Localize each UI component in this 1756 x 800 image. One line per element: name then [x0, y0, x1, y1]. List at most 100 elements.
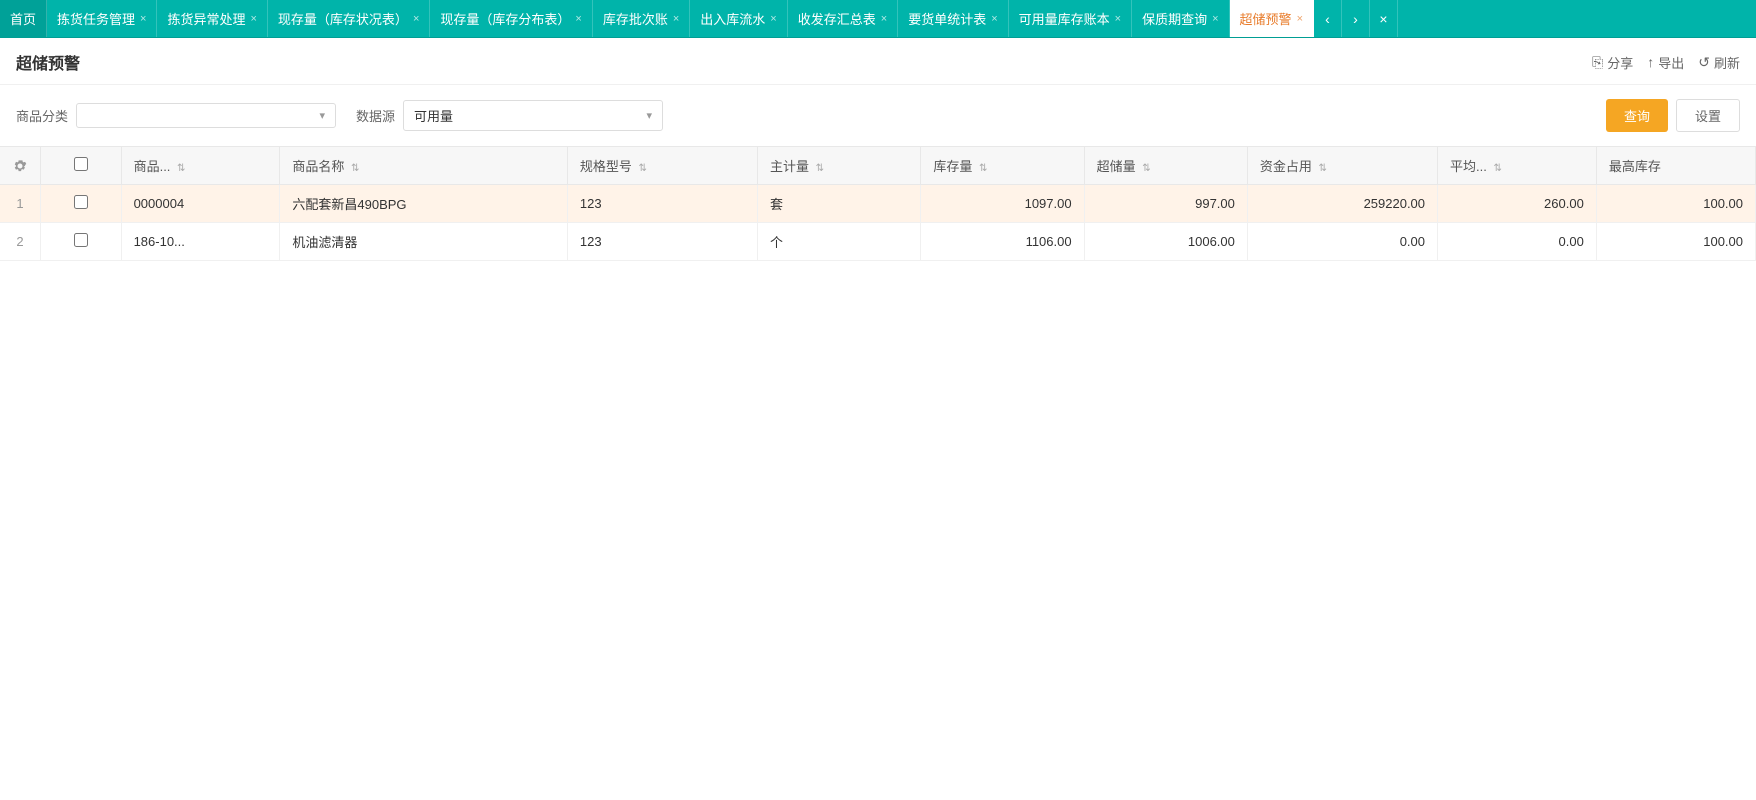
nav-prev-arrow[interactable]: ‹	[1314, 0, 1342, 37]
row-checkbox[interactable]	[74, 195, 88, 209]
close-quality-check[interactable]: ×	[1212, 13, 1218, 25]
row-checkbox-cell[interactable]	[41, 223, 122, 261]
col-product-code[interactable]: 商品... ⇅	[121, 147, 280, 185]
row-product-name: 六配套新昌490BPG	[280, 185, 568, 223]
col-spec[interactable]: 规格型号 ⇅	[567, 147, 757, 185]
share-icon: ⎘	[1592, 54, 1603, 71]
settings-button[interactable]: 设置	[1676, 99, 1740, 132]
table-container: 商品... ⇅ 商品名称 ⇅ 规格型号 ⇅ 主计量 ⇅	[0, 146, 1756, 261]
close-task-mgmt[interactable]: ×	[140, 13, 146, 25]
col-avg[interactable]: 平均... ⇅	[1438, 147, 1597, 185]
export-button[interactable]: ↑ 导出	[1647, 53, 1684, 72]
close-inout-flow[interactable]: ×	[770, 13, 776, 25]
nav-avail-account[interactable]: 可用量库存账本 ×	[1009, 0, 1132, 37]
close-order-stats[interactable]: ×	[991, 13, 997, 25]
row-unit: 套	[758, 185, 921, 223]
category-filter: 商品分类 ▾	[16, 103, 336, 128]
datasource-select-value: 可用量	[414, 106, 453, 125]
refresh-button[interactable]: ↺ 刷新	[1698, 53, 1740, 72]
sort-product-code-icon: ⇅	[177, 163, 185, 174]
refresh-icon: ↺	[1698, 54, 1710, 71]
nav-stock-status[interactable]: 现存量（库存状况表） ×	[268, 0, 430, 37]
close-batch-account[interactable]: ×	[673, 13, 679, 25]
col-stock-qty[interactable]: 库存量 ⇅	[921, 147, 1084, 185]
row-overstock-qty: 997.00	[1084, 185, 1247, 223]
sort-product-name-icon: ⇅	[351, 163, 359, 174]
sort-avg-icon: ⇅	[1493, 163, 1501, 174]
col-capital-used[interactable]: 资金占用 ⇅	[1247, 147, 1437, 185]
close-abnormal[interactable]: ×	[250, 13, 256, 25]
row-max-stock: 100.00	[1596, 185, 1755, 223]
table-header-row: 商品... ⇅ 商品名称 ⇅ 规格型号 ⇅ 主计量 ⇅	[0, 147, 1756, 185]
nav-overstock-warn[interactable]: 超储预警 ×	[1230, 0, 1314, 37]
category-chevron-icon: ▾	[319, 109, 325, 122]
page-container: 超储预警 ⎘ 分享 ↑ 导出 ↺ 刷新 商品分类 ▾ 数据源	[0, 38, 1756, 800]
table-row: 2 186-10... 机油滤清器 123 个 1106.00 1006.00 …	[0, 223, 1756, 261]
category-label: 商品分类	[16, 106, 68, 125]
nav-recv-send[interactable]: 收发存汇总表 ×	[788, 0, 898, 37]
close-recv-send[interactable]: ×	[881, 13, 887, 25]
nav-inout-flow[interactable]: 出入库流水 ×	[690, 0, 787, 37]
row-overstock-qty: 1006.00	[1084, 223, 1247, 261]
export-icon: ↑	[1647, 54, 1654, 70]
table-row: 1 0000004 六配套新昌490BPG 123 套 1097.00 997.…	[0, 185, 1756, 223]
row-checkbox-cell[interactable]	[41, 185, 122, 223]
row-unit: 个	[758, 223, 921, 261]
col-gear[interactable]	[0, 147, 41, 185]
nav-batch-account[interactable]: 库存批次账 ×	[593, 0, 690, 37]
nav-more-arrow[interactable]: ×	[1370, 0, 1398, 37]
col-product-name[interactable]: 商品名称 ⇅	[280, 147, 568, 185]
close-stock-dist[interactable]: ×	[575, 13, 581, 25]
col-checkbox-header[interactable]	[41, 147, 122, 185]
close-avail-account[interactable]: ×	[1115, 13, 1121, 25]
datasource-chevron-icon: ▾	[647, 109, 653, 122]
gear-column-icon	[12, 158, 28, 174]
close-overstock-warn[interactable]: ×	[1297, 13, 1303, 25]
row-capital-used: 259220.00	[1247, 185, 1437, 223]
page-title: 超储预警	[16, 50, 80, 74]
top-navigation: 首页 拣货任务管理 × 拣货异常处理 × 现存量（库存状况表） × 现存量（库存…	[0, 0, 1756, 38]
row-spec: 123	[567, 185, 757, 223]
datasource-filter: 数据源 可用量 ▾	[356, 100, 663, 131]
row-product-code: 186-10...	[121, 223, 280, 261]
header-actions: ⎘ 分享 ↑ 导出 ↺ 刷新	[1592, 53, 1740, 72]
sort-capital-used-icon: ⇅	[1319, 163, 1327, 174]
category-select[interactable]: ▾	[76, 103, 336, 128]
row-max-stock: 100.00	[1596, 223, 1755, 261]
row-stock-qty: 1097.00	[921, 185, 1084, 223]
row-index: 1	[0, 185, 41, 223]
close-stock-status[interactable]: ×	[413, 13, 419, 25]
row-index: 2	[0, 223, 41, 261]
row-checkbox[interactable]	[74, 233, 88, 247]
row-product-name: 机油滤清器	[280, 223, 568, 261]
query-button[interactable]: 查询	[1606, 99, 1668, 132]
sort-unit-icon: ⇅	[816, 163, 824, 174]
filter-buttons: 查询 设置	[1606, 99, 1740, 132]
row-capital-used: 0.00	[1247, 223, 1437, 261]
sort-overstock-qty-icon: ⇅	[1142, 163, 1150, 174]
col-unit[interactable]: 主计量 ⇅	[758, 147, 921, 185]
nav-home[interactable]: 首页	[0, 0, 47, 37]
nav-next-arrow[interactable]: ›	[1342, 0, 1370, 37]
nav-stock-dist[interactable]: 现存量（库存分布表） ×	[430, 0, 592, 37]
share-button[interactable]: ⎘ 分享	[1592, 53, 1633, 72]
col-max-stock[interactable]: 最高库存	[1596, 147, 1755, 185]
page-header: 超储预警 ⎘ 分享 ↑ 导出 ↺ 刷新	[0, 38, 1756, 85]
datasource-select[interactable]: 可用量 ▾	[403, 100, 663, 131]
sort-stock-qty-icon: ⇅	[979, 163, 987, 174]
nav-quality-check[interactable]: 保质期查询 ×	[1132, 0, 1229, 37]
nav-abnormal[interactable]: 拣货异常处理 ×	[157, 0, 267, 37]
table-body: 1 0000004 六配套新昌490BPG 123 套 1097.00 997.…	[0, 185, 1756, 261]
select-all-checkbox[interactable]	[74, 157, 88, 171]
main-table: 商品... ⇅ 商品名称 ⇅ 规格型号 ⇅ 主计量 ⇅	[0, 146, 1756, 261]
row-product-code: 0000004	[121, 185, 280, 223]
row-avg: 0.00	[1438, 223, 1597, 261]
filter-bar: 商品分类 ▾ 数据源 可用量 ▾ 查询 设置	[0, 85, 1756, 146]
row-avg: 260.00	[1438, 185, 1597, 223]
col-overstock-qty[interactable]: 超储量 ⇅	[1084, 147, 1247, 185]
datasource-label: 数据源	[356, 106, 395, 125]
nav-order-stats[interactable]: 要货单统计表 ×	[898, 0, 1008, 37]
row-spec: 123	[567, 223, 757, 261]
nav-task-mgmt[interactable]: 拣货任务管理 ×	[47, 0, 157, 37]
sort-spec-icon: ⇅	[639, 163, 647, 174]
